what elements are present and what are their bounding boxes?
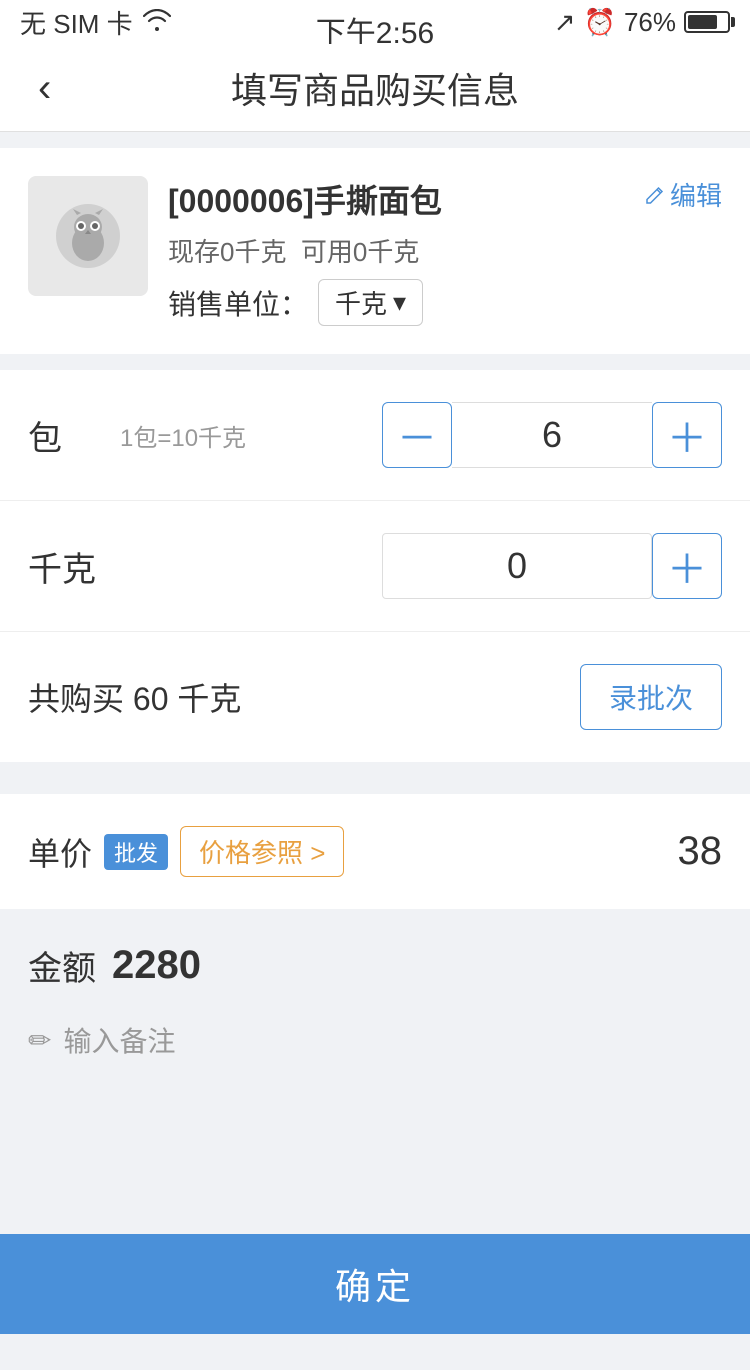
status-bar: 无 SIM 卡 下午2:56 ↗ ⏰ 76% <box>0 0 750 44</box>
bao-plus-button[interactable]: ＋ <box>652 402 722 468</box>
bao-sublabel: 1包=10千克 <box>120 418 246 453</box>
price-label: 单价 批发 价格参照 > <box>28 826 344 877</box>
price-label-text: 单价 <box>28 829 92 875</box>
product-name: [0000006]手撕面包 <box>168 176 644 222</box>
amount-value: 2280 <box>112 943 201 988</box>
quantity-section: 包 1包=10千克 － ＋ 千克 ＋ 共购买 60 千克 录批次 <box>0 370 750 762</box>
status-bar-left: 无 SIM 卡 <box>20 4 171 41</box>
bao-label: 包 <box>28 411 108 460</box>
back-button[interactable]: ‹ <box>28 58 61 118</box>
bao-row: 包 1包=10千克 － ＋ <box>0 370 750 501</box>
kg-controls: ＋ <box>382 533 722 599</box>
battery-icon <box>684 11 730 33</box>
section-divider-2 <box>0 762 750 778</box>
unit-label: 销售单位： <box>168 283 308 323</box>
edit-button[interactable]: 编辑 <box>644 176 722 213</box>
nav-bar: ‹ 填写商品购买信息 <box>0 44 750 132</box>
total-row: 共购买 60 千克 录批次 <box>0 632 750 762</box>
location-icon: ↗ <box>554 7 576 38</box>
batch-button[interactable]: 录批次 <box>580 664 722 730</box>
confirm-button[interactable]: 确定 <box>0 1234 750 1334</box>
price-row: 单价 批发 价格参照 > 38 <box>28 826 722 877</box>
kg-label: 千克 <box>28 542 108 591</box>
status-bar-right: ↗ ⏰ 76% <box>554 7 730 38</box>
carrier-label: 无 SIM 卡 <box>20 4 133 41</box>
product-info: [0000006]手撕面包 编辑 现存0千克 可用0千克 销售单位： 千克 ▾ <box>168 176 722 326</box>
remark-placeholder: 输入备注 <box>63 1020 175 1060</box>
product-stock: 现存0千克 可用0千克 <box>168 232 722 269</box>
price-section: 单价 批发 价格参照 > 38 <box>0 794 750 909</box>
alarm-icon: ⏰ <box>584 7 616 38</box>
price-reference-button[interactable]: 价格参照 > <box>180 826 344 877</box>
kg-plus-button[interactable]: ＋ <box>652 533 722 599</box>
total-label: 共购买 60 千克 <box>28 674 241 720</box>
remark-row[interactable]: ✏ 输入备注 <box>28 1010 722 1070</box>
pencil-icon: ✏ <box>28 1024 51 1057</box>
dropdown-arrow-icon: ▾ <box>393 287 406 318</box>
amount-section: 金额 2280 ✏ 输入备注 <box>0 909 750 1090</box>
page-title: 填写商品购买信息 <box>231 62 519 114</box>
edit-label: 编辑 <box>670 176 722 213</box>
bao-quantity-input[interactable] <box>452 402 652 468</box>
battery-percent: 76% <box>624 7 676 38</box>
unit-value: 千克 <box>335 284 387 321</box>
price-value: 38 <box>678 829 723 874</box>
section-divider-1 <box>0 354 750 370</box>
bao-controls: － ＋ <box>382 402 722 468</box>
bao-minus-button[interactable]: － <box>382 402 452 468</box>
amount-label: 金额 <box>28 941 96 990</box>
product-image <box>28 176 148 296</box>
amount-row: 金额 2280 <box>28 941 722 990</box>
product-unit-row: 销售单位： 千克 ▾ <box>168 279 722 326</box>
kg-row: 千克 ＋ <box>0 501 750 632</box>
wifi-icon <box>143 7 171 38</box>
product-card: [0000006]手撕面包 编辑 现存0千克 可用0千克 销售单位： 千克 ▾ <box>0 148 750 354</box>
unit-dropdown[interactable]: 千克 ▾ <box>318 279 423 326</box>
kg-quantity-input[interactable] <box>382 533 652 599</box>
price-badge: 批发 <box>104 834 168 870</box>
price-ref-label: 价格参照 > <box>199 833 325 870</box>
